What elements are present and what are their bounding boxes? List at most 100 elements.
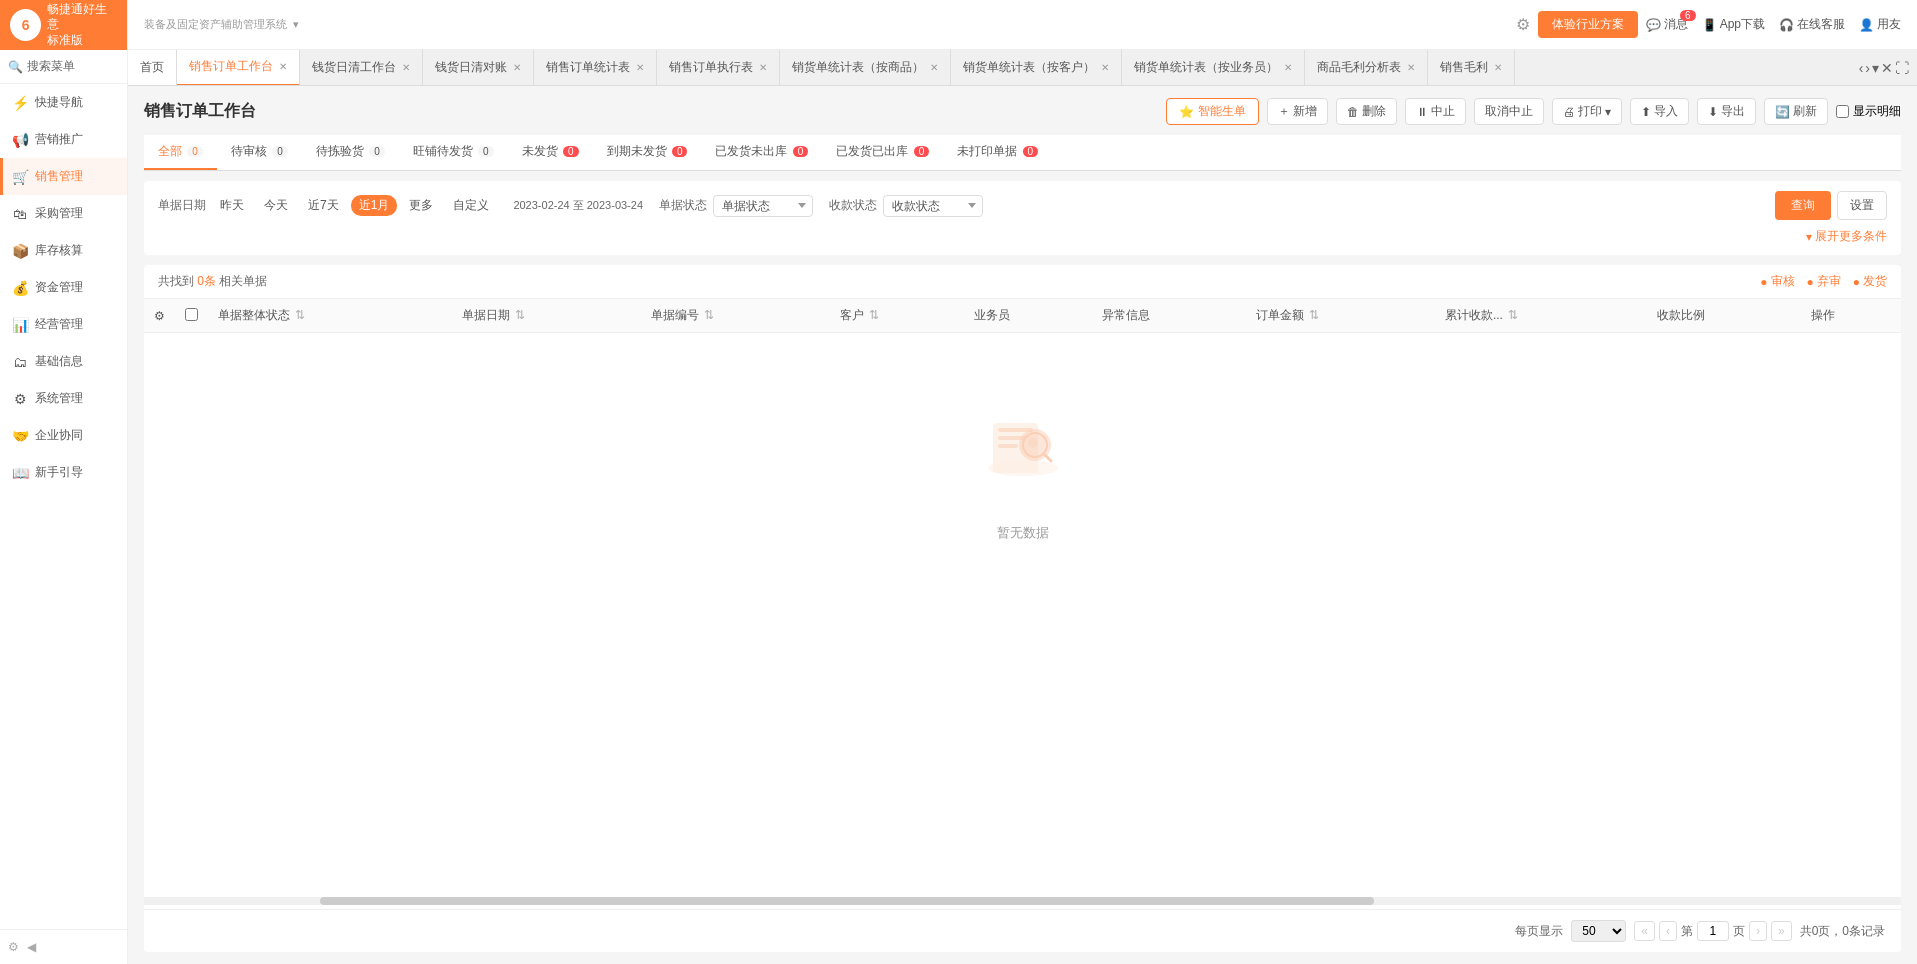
date-btn-today[interactable]: 今天 <box>256 195 296 216</box>
gear-settings-icon[interactable]: ⚙ <box>154 309 165 323</box>
next-page-btn[interactable]: › <box>1749 921 1767 941</box>
cancel-action-btn[interactable]: ● 弃审 <box>1807 273 1841 290</box>
filter-tab-unshipped[interactable]: 未发货 0 <box>508 135 593 170</box>
cancel-pause-button[interactable]: 取消中止 <box>1474 98 1544 125</box>
deliver-action-btn[interactable]: ● 发货 <box>1853 273 1887 290</box>
tab-sales-workbench[interactable]: 销售订单工作台 ✕ <box>177 50 300 86</box>
approve-action-btn[interactable]: ● 审核 <box>1760 273 1794 290</box>
sort-date-icon[interactable]: ⇅ <box>515 308 525 322</box>
tab-goods-by-product[interactable]: 销货单统计表（按商品） ✕ <box>780 50 951 86</box>
filter-tab-pending-review[interactable]: 待审核 0 <box>217 135 302 170</box>
tab-sales-margin[interactable]: 销售毛利 ✕ <box>1428 50 1515 86</box>
online-service-action[interactable]: 🎧 在线客服 <box>1779 16 1845 33</box>
date-btn-custom[interactable]: 自定义 <box>445 195 497 216</box>
sort-collected-icon[interactable]: ⇅ <box>1508 308 1518 322</box>
settings-gear-icon[interactable]: ⚙ <box>1516 15 1530 34</box>
date-btn-1month[interactable]: 近1月 <box>351 195 398 216</box>
tab-margin-analysis-close[interactable]: ✕ <box>1407 62 1415 73</box>
sidebar-item-coop[interactable]: 🤝 企业协同 <box>0 417 127 454</box>
tab-menu-icon[interactable]: ▾ <box>1872 60 1879 76</box>
tab-next-icon[interactable]: › <box>1865 60 1870 76</box>
tab-sales-stats[interactable]: 销售订单统计表 ✕ <box>534 50 657 86</box>
horizontal-scrollbar[interactable] <box>144 897 1901 905</box>
tab-expand-icon[interactable]: ⛶ <box>1895 60 1909 76</box>
sidebar-item-purchase[interactable]: 🛍 采购管理 <box>0 195 127 232</box>
search-button[interactable]: 查询 <box>1775 191 1831 220</box>
first-page-btn[interactable]: « <box>1634 921 1655 941</box>
show-detail-checkbox[interactable] <box>1836 105 1849 118</box>
filter-tab-pending-inspect[interactable]: 待拣验货 0 <box>302 135 399 170</box>
settings-icon[interactable]: ⚙ <box>8 940 19 954</box>
filter-tab-shipped-not-out[interactable]: 已发货未出库 0 <box>701 135 822 170</box>
date-btn-yesterday[interactable]: 昨天 <box>212 195 252 216</box>
filter-tab-shop-ship[interactable]: 旺铺待发货 0 <box>399 135 508 170</box>
sidebar-item-inventory[interactable]: 📦 库存核算 <box>0 232 127 269</box>
tab-sales-workbench-close[interactable]: ✕ <box>279 61 287 72</box>
sidebar-search[interactable]: 🔍 搜索菜单 <box>0 50 127 84</box>
tab-goods-by-staff-close[interactable]: ✕ <box>1284 62 1292 73</box>
message-action[interactable]: 💬 消息 6 <box>1646 16 1688 33</box>
per-page-select[interactable]: 50 10 20 100 <box>1571 920 1626 942</box>
tab-prev-icon[interactable]: ‹ <box>1859 60 1864 76</box>
sidebar-item-basic[interactable]: 🗂 基础信息 <box>0 343 127 380</box>
tab-goods-by-staff[interactable]: 销货单统计表（按业务员） ✕ <box>1122 50 1305 86</box>
tab-goods-by-customer-close[interactable]: ✕ <box>1101 62 1109 73</box>
tab-reconciliation-close[interactable]: ✕ <box>513 62 521 73</box>
industry-btn[interactable]: 体验行业方案 <box>1538 11 1638 38</box>
filter-tab-pending-inspect-count: 0 <box>369 146 385 157</box>
sidebar-item-guide[interactable]: 📖 新手引导 <box>0 454 127 491</box>
date-btn-more[interactable]: 更多 <box>401 195 441 216</box>
tab-sales-exec-close[interactable]: ✕ <box>759 62 767 73</box>
filter-tab-overdue-ship[interactable]: 到期未发货 0 <box>593 135 702 170</box>
sidebar-item-system[interactable]: ⚙ 系统管理 <box>0 380 127 417</box>
title-dropdown-icon[interactable]: ▾ <box>293 18 299 31</box>
tab-goods-by-customer[interactable]: 销货单统计表（按客户） ✕ <box>951 50 1122 86</box>
scrollbar-thumb[interactable] <box>320 897 1374 905</box>
show-detail-checkbox-label[interactable]: 显示明细 <box>1836 103 1901 120</box>
sidebar-item-operations[interactable]: 📊 经营管理 <box>0 306 127 343</box>
pause-button[interactable]: ⏸ 中止 <box>1405 98 1466 125</box>
tab-home[interactable]: 首页 <box>128 50 177 86</box>
sort-customer-icon[interactable]: ⇅ <box>869 308 879 322</box>
delete-button[interactable]: 🗑 删除 <box>1336 98 1397 125</box>
filter-tab-shipped-out[interactable]: 已发货已出库 0 <box>822 135 943 170</box>
status-select[interactable]: 单据状态 <box>713 195 813 217</box>
payment-filter-label: 收款状态 <box>829 197 877 214</box>
sidebar-item-finance[interactable]: 💰 资金管理 <box>0 269 127 306</box>
import-button[interactable]: ⬆ 导入 <box>1630 98 1689 125</box>
filter-tab-unprinted[interactable]: 未打印单据 0 <box>943 135 1052 170</box>
expand-conditions-btn[interactable]: ▾ 展开更多条件 <box>1806 228 1887 245</box>
sidebar-item-marketing[interactable]: 📢 营销推广 <box>0 121 127 158</box>
tab-daily-clear-close[interactable]: ✕ <box>402 62 410 73</box>
smart-gen-button[interactable]: ⭐ 智能生单 <box>1166 98 1259 125</box>
filter-tab-all[interactable]: 全部 0 <box>144 135 217 170</box>
setting-button[interactable]: 设置 <box>1837 191 1887 220</box>
tab-margin-analysis[interactable]: 商品毛利分析表 ✕ <box>1305 50 1428 86</box>
sort-amount-icon[interactable]: ⇅ <box>1309 308 1319 322</box>
collapse-icon[interactable]: ◀ <box>27 940 36 954</box>
sort-status-icon[interactable]: ⇅ <box>295 308 305 322</box>
refresh-button[interactable]: 🔄 刷新 <box>1764 98 1828 125</box>
date-btn-7days[interactable]: 近7天 <box>300 195 347 216</box>
app-download-action[interactable]: 📱 App下载 <box>1702 16 1765 33</box>
tab-sales-exec[interactable]: 销售订单执行表 ✕ <box>657 50 780 86</box>
tab-close-all-icon[interactable]: ✕ <box>1881 60 1893 76</box>
last-page-btn[interactable]: » <box>1771 921 1792 941</box>
sidebar-item-sales[interactable]: 🛒 销售管理 <box>0 158 127 195</box>
sidebar-item-quick[interactable]: ⚡ 快捷导航 <box>0 84 127 121</box>
prev-page-btn[interactable]: ‹ <box>1659 921 1677 941</box>
export-button[interactable]: ⬇ 导出 <box>1697 98 1756 125</box>
sort-number-icon[interactable]: ⇅ <box>704 308 714 322</box>
col-number: 单据编号 ⇅ <box>641 299 830 333</box>
print-button[interactable]: 🖨 打印 ▾ <box>1552 98 1622 125</box>
tab-goods-by-product-close[interactable]: ✕ <box>930 62 938 73</box>
user-action[interactable]: 👤 用友 <box>1859 16 1901 33</box>
page-input[interactable] <box>1697 921 1729 941</box>
tab-sales-stats-close[interactable]: ✕ <box>636 62 644 73</box>
payment-select[interactable]: 收款状态 <box>883 195 983 217</box>
add-button[interactable]: ＋ 新增 <box>1267 98 1328 125</box>
select-all-checkbox[interactable] <box>185 308 198 321</box>
tab-daily-clear[interactable]: 钱货日清工作台 ✕ <box>300 50 423 86</box>
tab-sales-margin-close[interactable]: ✕ <box>1494 62 1502 73</box>
tab-reconciliation[interactable]: 钱货日清对账 ✕ <box>423 50 534 86</box>
